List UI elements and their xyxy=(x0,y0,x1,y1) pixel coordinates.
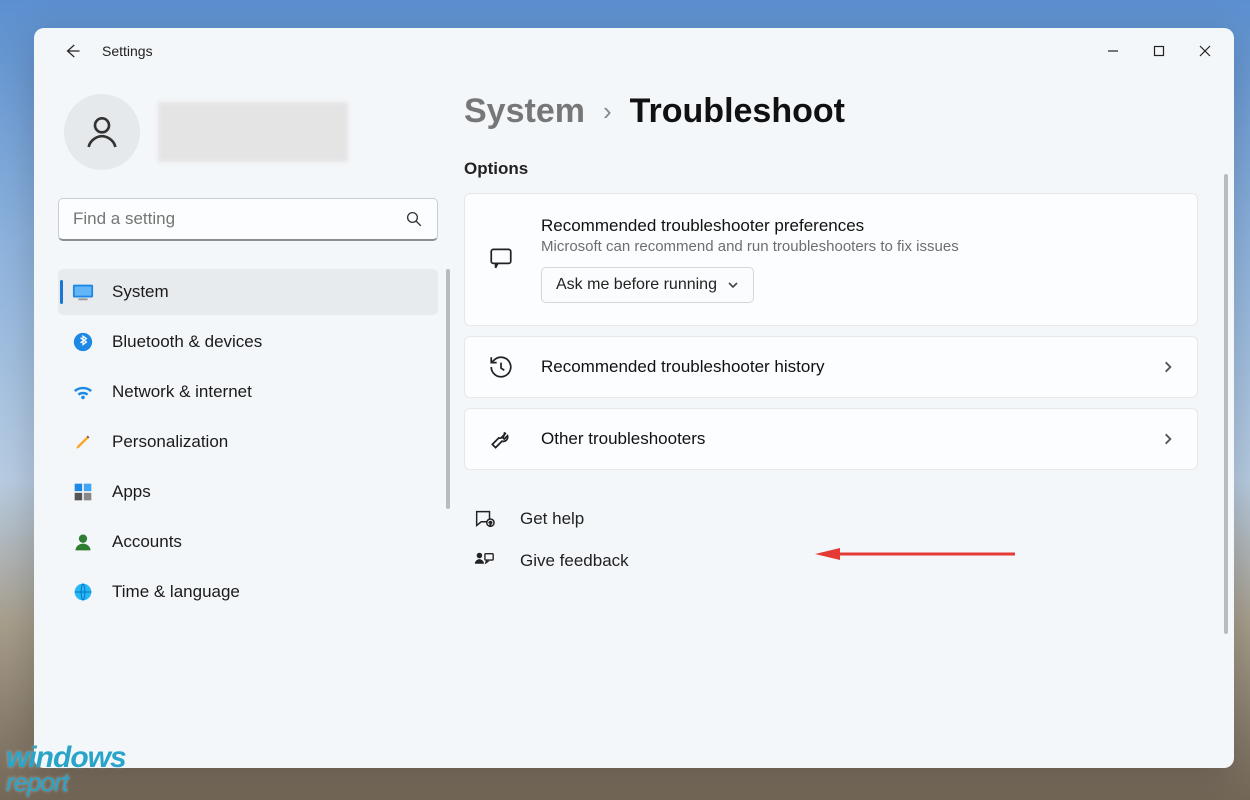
app-title: Settings xyxy=(102,43,153,59)
sidebar-item-label: Accounts xyxy=(112,532,182,552)
sidebar-item-system[interactable]: System xyxy=(58,269,438,315)
watermark: windows report xyxy=(6,744,126,794)
username-redacted xyxy=(158,102,348,162)
bluetooth-icon xyxy=(72,331,94,353)
preferences-dropdown[interactable]: Ask me before running xyxy=(541,267,754,303)
sidebar-item-bluetooth[interactable]: Bluetooth & devices xyxy=(58,319,438,365)
card-subtitle: Microsoft can recommend and run troubles… xyxy=(541,238,1175,255)
system-icon xyxy=(72,281,94,303)
sidebar-item-accounts[interactable]: Accounts xyxy=(58,519,438,565)
back-button[interactable] xyxy=(60,39,84,63)
feedback-label: Give feedback xyxy=(520,551,629,571)
wrench-icon xyxy=(487,425,515,453)
breadcrumb-parent[interactable]: System xyxy=(464,92,585,131)
card-preferences[interactable]: Recommended troubleshooter preferences M… xyxy=(464,193,1198,326)
titlebar: Settings xyxy=(34,28,1234,74)
settings-window: Settings xyxy=(34,28,1234,768)
brush-icon xyxy=(72,431,94,453)
profile-block[interactable] xyxy=(58,94,438,170)
window-controls xyxy=(1090,31,1228,71)
feedback-icon xyxy=(472,550,496,572)
sidebar-item-label: Time & language xyxy=(112,582,240,602)
chevron-right-icon xyxy=(1161,360,1175,374)
search-box[interactable] xyxy=(58,198,438,241)
sidebar-item-network[interactable]: Network & internet xyxy=(58,369,438,415)
main-content: System › Troubleshoot Options Recommende… xyxy=(454,74,1230,768)
help-icon: ? xyxy=(472,508,496,530)
help-label: Get help xyxy=(520,509,584,529)
minimize-button[interactable] xyxy=(1090,31,1136,71)
breadcrumb-current: Troubleshoot xyxy=(630,92,845,131)
avatar xyxy=(64,94,140,170)
apps-icon xyxy=(72,481,94,503)
sidebar-scrollbar[interactable] xyxy=(446,269,450,509)
breadcrumb: System › Troubleshoot xyxy=(464,92,1198,131)
chevron-right-icon xyxy=(1161,432,1175,446)
card-other-troubleshooters[interactable]: Other troubleshooters xyxy=(464,408,1198,470)
sidebar-item-label: Bluetooth & devices xyxy=(112,332,262,352)
sidebar-item-label: System xyxy=(112,282,169,302)
nav-list: System Bluetooth & devices Network & int… xyxy=(58,269,438,619)
wifi-icon xyxy=(72,381,94,403)
sidebar-item-time-language[interactable]: Time & language xyxy=(58,569,438,615)
svg-text:?: ? xyxy=(489,521,492,527)
dropdown-value: Ask me before running xyxy=(556,276,717,294)
accounts-icon xyxy=(72,531,94,553)
card-title: Other troubleshooters xyxy=(541,429,1135,449)
search-input[interactable] xyxy=(73,209,388,229)
options-heading: Options xyxy=(464,159,1198,179)
close-button[interactable] xyxy=(1182,31,1228,71)
maximize-button[interactable] xyxy=(1136,31,1182,71)
card-history[interactable]: Recommended troubleshooter history xyxy=(464,336,1198,398)
chevron-down-icon xyxy=(727,279,739,291)
desktop-background: Settings xyxy=(0,0,1250,800)
card-title: Recommended troubleshooter history xyxy=(541,357,1135,377)
sidebar-item-label: Apps xyxy=(112,482,151,502)
history-icon xyxy=(487,353,515,381)
sidebar-item-label: Network & internet xyxy=(112,382,252,402)
main-scrollbar[interactable] xyxy=(1224,174,1228,634)
get-help-link[interactable]: ? Get help xyxy=(464,498,1198,540)
sidebar-item-apps[interactable]: Apps xyxy=(58,469,438,515)
chat-icon xyxy=(487,244,515,272)
chevron-right-icon: › xyxy=(603,96,612,127)
give-feedback-link[interactable]: Give feedback xyxy=(464,540,1198,582)
sidebar-item-personalization[interactable]: Personalization xyxy=(58,419,438,465)
sidebar-item-label: Personalization xyxy=(112,432,228,452)
globe-clock-icon xyxy=(72,581,94,603)
card-title: Recommended troubleshooter preferences xyxy=(541,216,1175,236)
search-icon xyxy=(405,210,423,228)
sidebar: System Bluetooth & devices Network & int… xyxy=(34,74,454,768)
